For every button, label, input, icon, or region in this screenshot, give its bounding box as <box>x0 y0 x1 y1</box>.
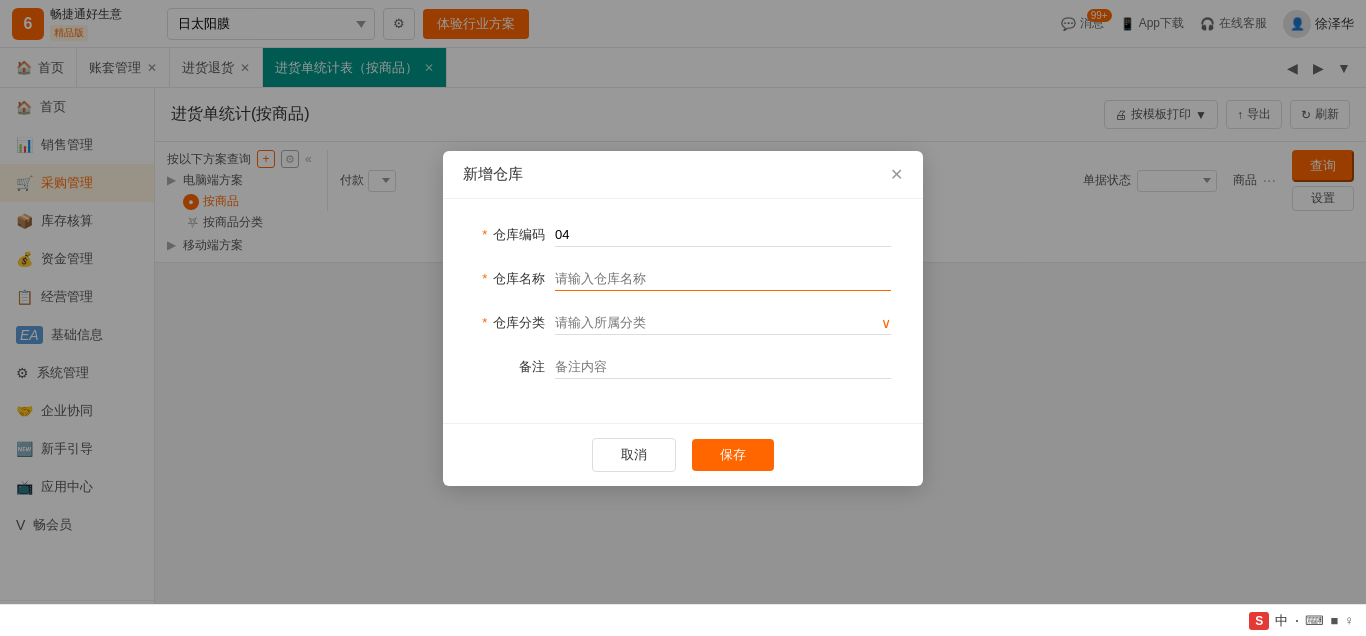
modal-close-btn[interactable]: ✕ <box>890 165 903 184</box>
s-logo: S <box>1249 612 1269 630</box>
new-warehouse-modal: 新增仓库 ✕ * 仓库编码 * 仓库名称 <box>443 151 923 486</box>
form-row-category: * 仓库分类 ∨ <box>475 311 891 335</box>
remark-label: 备注 <box>475 358 545 376</box>
modal-footer: 取消 保存 <box>443 423 923 486</box>
bottom-icons: S 中 · ⌨ ■ ♀ <box>1249 610 1354 631</box>
code-label: * 仓库编码 <box>475 226 545 244</box>
name-label: * 仓库名称 <box>475 270 545 288</box>
modal-title: 新增仓库 <box>463 165 523 184</box>
category-dropdown-icon: ∨ <box>881 315 891 331</box>
category-label: * 仓库分类 <box>475 314 545 332</box>
required-star-code: * <box>482 227 487 242</box>
category-select-wrap: ∨ <box>555 311 891 335</box>
cancel-btn[interactable]: 取消 <box>592 438 676 472</box>
save-btn[interactable]: 保存 <box>692 439 774 471</box>
modal-header: 新增仓库 ✕ <box>443 151 923 199</box>
bottom-dot-icon[interactable]: · <box>1294 610 1299 631</box>
form-row-code: * 仓库编码 <box>475 223 891 247</box>
warehouse-name-input[interactable] <box>555 267 891 291</box>
bottom-status-bar: S 中 · ⌨ ■ ♀ <box>0 604 1366 636</box>
bottom-cn-icon[interactable]: 中 <box>1275 612 1288 630</box>
modal-body: * 仓库编码 * 仓库名称 * 仓库分类 <box>443 199 923 423</box>
bottom-keyboard-icon[interactable]: ⌨ <box>1305 613 1324 628</box>
category-input[interactable] <box>555 311 891 335</box>
modal-overlay: 新增仓库 ✕ * 仓库编码 * 仓库名称 <box>0 0 1366 636</box>
required-star-category: * <box>482 315 487 330</box>
remark-input[interactable] <box>555 355 891 379</box>
bottom-square-icon[interactable]: ■ <box>1330 613 1338 628</box>
required-star-name: * <box>482 271 487 286</box>
warehouse-code-input[interactable] <box>555 223 891 247</box>
form-row-remark: 备注 <box>475 355 891 379</box>
form-row-name: * 仓库名称 <box>475 267 891 291</box>
bottom-female-icon[interactable]: ♀ <box>1344 613 1354 628</box>
